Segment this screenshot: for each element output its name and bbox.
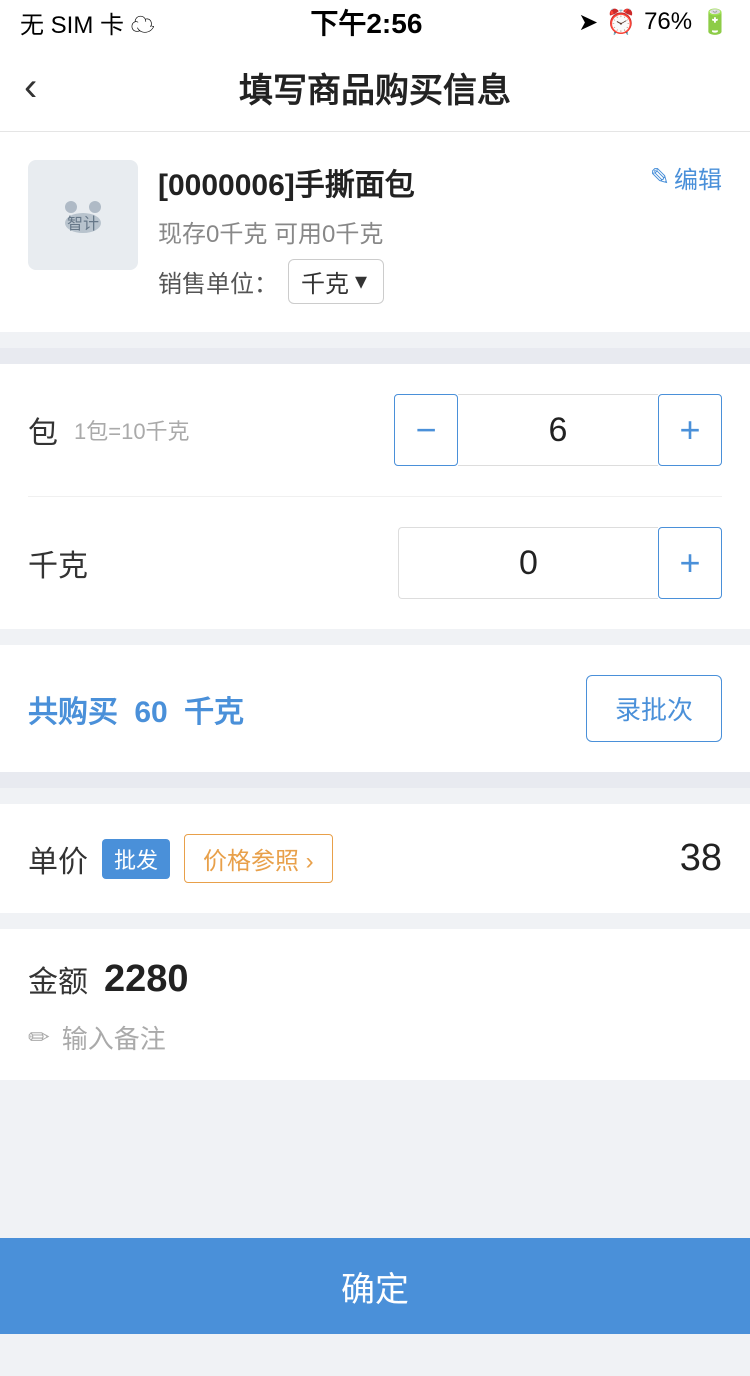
location-icon: ➤ (578, 8, 598, 37)
price-label: 单价 (28, 837, 88, 881)
package-plus-button[interactable]: + (658, 394, 722, 466)
sim-status: 无 SIM 卡 ☁ (20, 5, 155, 40)
price-section: 单价 批发 价格参照 › 38 (0, 804, 750, 913)
section-divider-2 (0, 772, 750, 788)
remark-input[interactable]: 输入备注 (62, 1019, 166, 1056)
price-value: 38 (680, 837, 722, 880)
kg-input[interactable] (398, 527, 658, 599)
kg-plus-button[interactable]: + (658, 527, 722, 599)
status-time: 下午2:56 (310, 2, 422, 42)
package-hint: 1包=10千克 (74, 414, 190, 446)
battery-level: 76% (644, 8, 692, 36)
unit-value: 千克 (301, 264, 349, 299)
total-section: 共购买 60 千克 录批次 (0, 645, 750, 772)
product-card: 智计 [0000006]手撕面包 ✎ 编辑 现存0千克 可用0千克 销售单位： … (0, 132, 750, 332)
status-left: 无 SIM 卡 ☁ (20, 5, 155, 40)
amount-value: 2280 (104, 958, 189, 1001)
kg-label-text: 千克 (28, 541, 88, 585)
amount-section: 金额 2280 ✏ 输入备注 (0, 929, 750, 1080)
amount-row: 金额 2280 (28, 957, 722, 1001)
kg-row: 千克 + (28, 497, 722, 629)
package-controls: − + (394, 394, 722, 466)
dropdown-arrow: ▾ (355, 267, 367, 296)
edit-label: 编辑 (674, 160, 722, 195)
remark-icon: ✏ (28, 1022, 50, 1053)
battery-icon: 🔋 (700, 8, 730, 37)
total-unit: 千克 (184, 696, 244, 729)
package-label-text: 包 (28, 408, 58, 452)
product-stock: 现存0千克 可用0千克 (158, 214, 722, 249)
nav-bar: ‹ 填写商品购买信息 (0, 44, 750, 132)
batch-button[interactable]: 录批次 (586, 675, 722, 742)
back-button[interactable]: ‹ (24, 65, 37, 110)
unit-label: 销售单位： (158, 264, 278, 299)
section-divider-1 (0, 348, 750, 364)
total-amount: 60 (134, 696, 167, 729)
alarm-icon: ⏰ (606, 8, 636, 37)
kg-label: 千克 (28, 541, 88, 585)
total-text: 共购买 60 千克 (28, 687, 244, 731)
svg-text:智计: 智计 (67, 215, 99, 233)
product-info: [0000006]手撕面包 ✎ 编辑 现存0千克 可用0千克 销售单位： 千克 … (158, 160, 722, 304)
total-prefix: 共购买 (28, 696, 118, 729)
package-label: 包 1包=10千克 (28, 408, 190, 452)
remark-row[interactable]: ✏ 输入备注 (28, 1019, 722, 1056)
page-title: 填写商品购买信息 (239, 63, 511, 112)
package-input[interactable] (458, 394, 658, 466)
unit-dropdown[interactable]: 千克 ▾ (288, 259, 384, 304)
confirm-bar[interactable]: 确定 (0, 1238, 750, 1334)
price-tag-batch: 批发 (102, 839, 170, 879)
package-minus-button[interactable]: − (394, 394, 458, 466)
amount-label: 金额 (28, 957, 88, 1001)
price-left: 单价 批发 价格参照 › (28, 834, 333, 883)
kg-controls: + (398, 527, 722, 599)
edit-icon: ✎ (650, 163, 670, 192)
status-bar: 无 SIM 卡 ☁ 下午2:56 ➤ ⏰ 76% 🔋 (0, 0, 750, 44)
edit-button[interactable]: ✎ 编辑 (650, 160, 722, 195)
package-row: 包 1包=10千克 − + (28, 364, 722, 497)
product-name: [0000006]手撕面包 (158, 160, 415, 204)
status-right: ➤ ⏰ 76% 🔋 (578, 8, 730, 37)
price-ref-button[interactable]: 价格参照 › (184, 834, 333, 883)
product-unit-row: 销售单位： 千克 ▾ (158, 259, 722, 304)
product-thumbnail: 智计 (28, 160, 138, 270)
input-section: 包 1包=10千克 − + 千克 + (0, 364, 750, 629)
confirm-button[interactable]: 确定 (341, 1262, 409, 1311)
